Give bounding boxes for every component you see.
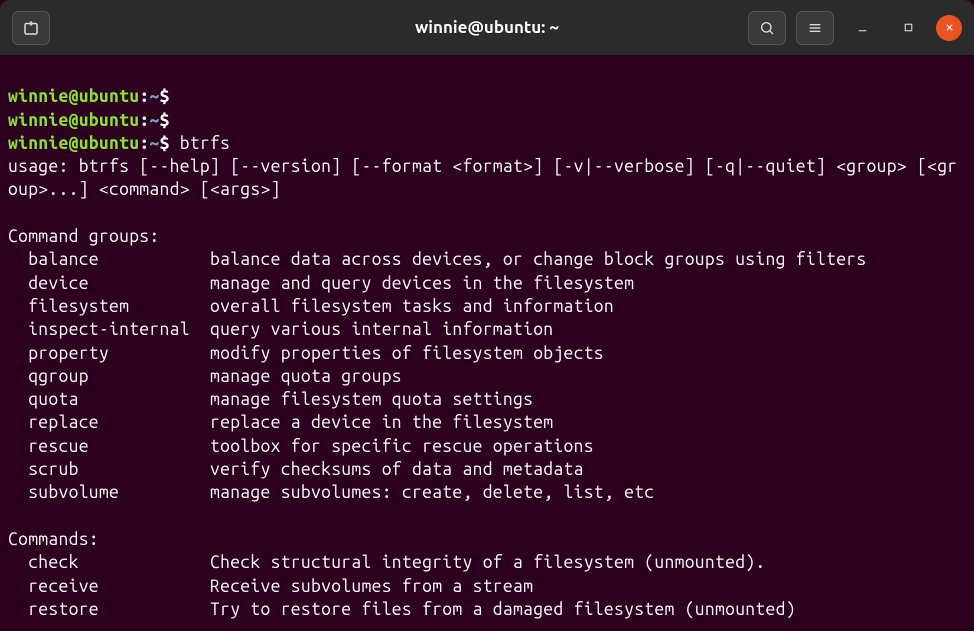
- new-tab-button[interactable]: [12, 11, 50, 45]
- prompt-colon: :: [139, 87, 149, 106]
- minimize-button[interactable]: [849, 15, 875, 41]
- group-inspect-internal: inspect-internal query various internal …: [8, 320, 553, 339]
- group-property: property modify properties of filesystem…: [8, 344, 604, 363]
- prompt-path: ~: [149, 111, 159, 130]
- command-groups-header: Command groups:: [8, 227, 160, 246]
- minimize-icon: [856, 21, 869, 34]
- group-scrub: scrub verify checksums of data and metad…: [8, 460, 584, 479]
- commands-header: Commands:: [8, 530, 99, 549]
- cmd-empty-2: [170, 111, 180, 130]
- window-title: winnie@ubuntu: ~: [415, 18, 559, 37]
- menu-button[interactable]: [796, 11, 834, 45]
- group-quota: quota manage filesystem quota settings: [8, 390, 533, 409]
- prompt-user: winnie@ubuntu: [8, 111, 139, 130]
- prompt-colon: :: [139, 134, 149, 153]
- close-button[interactable]: [936, 15, 962, 41]
- group-rescue: rescue toolbox for specific rescue opera…: [8, 437, 594, 456]
- prompt-dollar: $: [160, 134, 170, 153]
- prompt-dollar: $: [160, 111, 170, 130]
- prompt-path: ~: [149, 134, 159, 153]
- terminal-output[interactable]: winnie@ubuntu:~$ winnie@ubuntu:~$ winnie…: [0, 56, 974, 621]
- new-tab-icon: [22, 19, 40, 37]
- prompt-dollar: $: [160, 87, 170, 106]
- search-icon: [759, 20, 775, 36]
- group-device: device manage and query devices in the f…: [8, 274, 634, 293]
- prompt-colon: :: [139, 111, 149, 130]
- prompt-path: ~: [149, 87, 159, 106]
- hamburger-icon: [807, 20, 823, 36]
- cmd-btrfs: btrfs: [170, 134, 231, 153]
- prompt-user: winnie@ubuntu: [8, 134, 139, 153]
- prompt-user: winnie@ubuntu: [8, 87, 139, 106]
- usage-line: usage: btrfs [--help] [--version] [--for…: [8, 157, 957, 199]
- maximize-button[interactable]: [895, 15, 921, 41]
- prompt-line-2: winnie@ubuntu:~$: [8, 111, 180, 130]
- command-check: check Check structural integrity of a fi…: [8, 553, 766, 572]
- maximize-icon: [902, 21, 915, 34]
- prompt-line-1: winnie@ubuntu:~$: [8, 87, 180, 106]
- group-balance: balance balance data across devices, or …: [8, 250, 867, 269]
- group-replace: replace replace a device in the filesyst…: [8, 413, 553, 432]
- group-qgroup: qgroup manage quota groups: [8, 367, 402, 386]
- group-filesystem: filesystem overall filesystem tasks and …: [8, 297, 614, 316]
- command-restore: restore Try to restore files from a dama…: [8, 600, 796, 619]
- close-icon: [944, 22, 955, 33]
- titlebar-right-controls: [748, 11, 962, 45]
- prompt-line-3: winnie@ubuntu:~$ btrfs: [8, 134, 230, 153]
- command-receive: receive Receive subvolumes from a stream: [8, 577, 533, 596]
- search-button[interactable]: [748, 11, 786, 45]
- titlebar: winnie@ubuntu: ~: [0, 0, 974, 56]
- group-subvolume: subvolume manage subvolumes: create, del…: [8, 483, 654, 502]
- cmd-empty-1: [170, 87, 180, 106]
